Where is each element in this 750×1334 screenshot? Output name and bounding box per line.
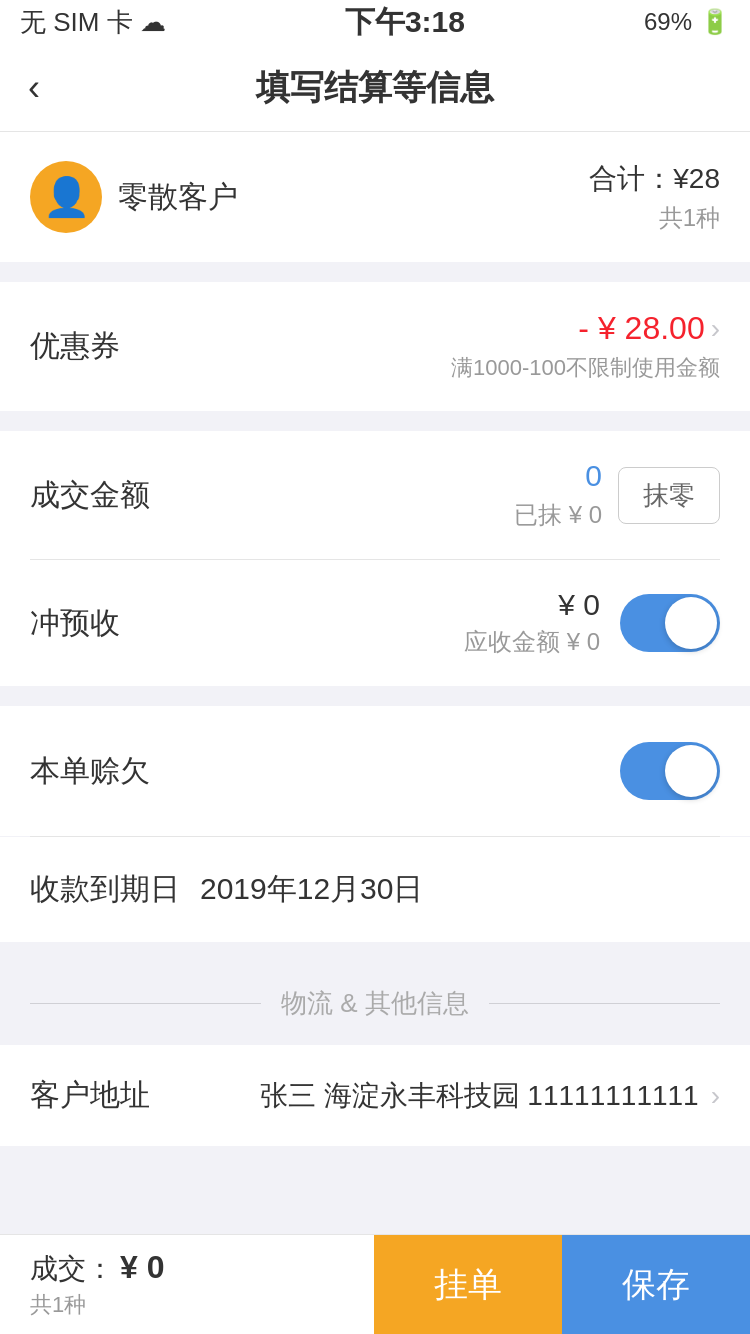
address-value: 张三 海淀永丰科技园 11111111111 [260, 1077, 699, 1115]
customer-row: 👤 零散客户 合计：¥28 共1种 [0, 132, 750, 262]
coupon-label: 优惠券 [30, 326, 120, 367]
toggle-knob [665, 597, 717, 649]
battery-icon: 🔋 [700, 8, 730, 36]
customer-count: 共1种 [589, 202, 720, 234]
transaction-row: 成交金额 0 已抹 ¥ 0 抹零 [0, 431, 750, 559]
nav-bar: ‹ 填写结算等信息 [0, 44, 750, 132]
header-line-right [489, 1003, 720, 1004]
avatar: 👤 [30, 161, 102, 233]
bottom-summary: 成交： ¥ 0 共1种 [0, 1235, 374, 1334]
customer-name: 零散客户 [118, 177, 238, 218]
transaction-sub: 已抹 ¥ 0 [514, 499, 602, 531]
hang-button[interactable]: 挂单 [374, 1235, 562, 1334]
duedate-value: 2019年12月30日 [200, 869, 423, 910]
chong-toggle[interactable] [620, 594, 720, 652]
chong-label: 冲预收 [30, 603, 120, 644]
chong-row: 冲预收 ¥ 0 应收金额 ¥ 0 [0, 560, 750, 686]
header-line-left [30, 1003, 261, 1004]
bottom-summary-count: 共1种 [30, 1290, 344, 1320]
duedate-label: 收款到期日 [30, 869, 180, 910]
sheqian-toggle-knob [665, 745, 717, 797]
separator-1 [0, 262, 750, 282]
chevron-icon: › [711, 313, 720, 345]
bottom-bar: 成交： ¥ 0 共1种 挂单 保存 [0, 1234, 750, 1334]
customer-summary: 合计：¥28 共1种 [589, 160, 720, 234]
transaction-value: 0 [585, 459, 602, 492]
sheqian-toggle[interactable] [620, 742, 720, 800]
status-right: 69% 🔋 [644, 8, 730, 36]
save-button[interactable]: 保存 [562, 1235, 750, 1334]
customer-info: 👤 零散客户 [30, 161, 238, 233]
sheqian-row: 本单赊欠 [0, 706, 750, 836]
avatar-icon: 👤 [43, 175, 90, 219]
customer-card: 👤 零散客户 合计：¥28 共1种 [0, 132, 750, 262]
address-row[interactable]: 客户地址 张三 海淀永丰科技园 11111111111 › [0, 1045, 750, 1146]
battery-indicator: 69% [644, 8, 692, 36]
bottom-summary-title: 成交： [30, 1250, 114, 1288]
coupon-row[interactable]: 优惠券 - ¥ 28.00 › 满1000-100不限制使用金额 [0, 282, 750, 411]
logistics-header: 物流 & 其他信息 [0, 962, 750, 1045]
chong-right: ¥ 0 应收金额 ¥ 0 [464, 588, 720, 658]
transaction-label: 成交金额 [30, 475, 150, 516]
coupon-card[interactable]: 优惠券 - ¥ 28.00 › 满1000-100不限制使用金额 [0, 282, 750, 411]
status-time: 下午3:18 [345, 2, 465, 43]
coupon-amount: - ¥ 28.00 [578, 310, 704, 347]
sim-status: 无 SIM 卡 ☁ [20, 5, 166, 40]
bottom-summary-amount: ¥ 0 [120, 1249, 164, 1286]
transaction-right: 0 已抹 ¥ 0 抹零 [514, 459, 720, 531]
chong-value-col: ¥ 0 应收金额 ¥ 0 [464, 588, 600, 658]
chong-sub: 应收金额 ¥ 0 [464, 626, 600, 658]
moling-button[interactable]: 抹零 [618, 467, 720, 524]
separator-4 [0, 942, 750, 962]
coupon-right: - ¥ 28.00 › 满1000-100不限制使用金额 [451, 310, 720, 383]
chong-value: ¥ 0 [464, 588, 600, 622]
coupon-desc: 满1000-100不限制使用金额 [451, 353, 720, 383]
status-left: 无 SIM 卡 ☁ [20, 5, 166, 40]
customer-total: 合计：¥28 [589, 160, 720, 198]
separator-2 [0, 411, 750, 431]
status-bar: 无 SIM 卡 ☁ 下午3:18 69% 🔋 [0, 0, 750, 44]
duedate-row: 收款到期日 2019年12月30日 [0, 837, 750, 942]
logistics-label: 物流 & 其他信息 [281, 986, 469, 1021]
address-label: 客户地址 [30, 1075, 150, 1116]
back-button[interactable]: ‹ [28, 67, 40, 109]
sheqian-label: 本单赊欠 [30, 751, 150, 792]
page-title: 填写结算等信息 [256, 65, 494, 111]
address-chevron-icon: › [711, 1080, 720, 1112]
address-right: 张三 海淀永丰科技园 11111111111 › [260, 1077, 720, 1115]
separator-3 [0, 686, 750, 706]
transaction-value-col: 0 已抹 ¥ 0 [514, 459, 602, 531]
form-section: 成交金额 0 已抹 ¥ 0 抹零 冲预收 ¥ 0 应收金额 ¥ 0 [0, 431, 750, 686]
